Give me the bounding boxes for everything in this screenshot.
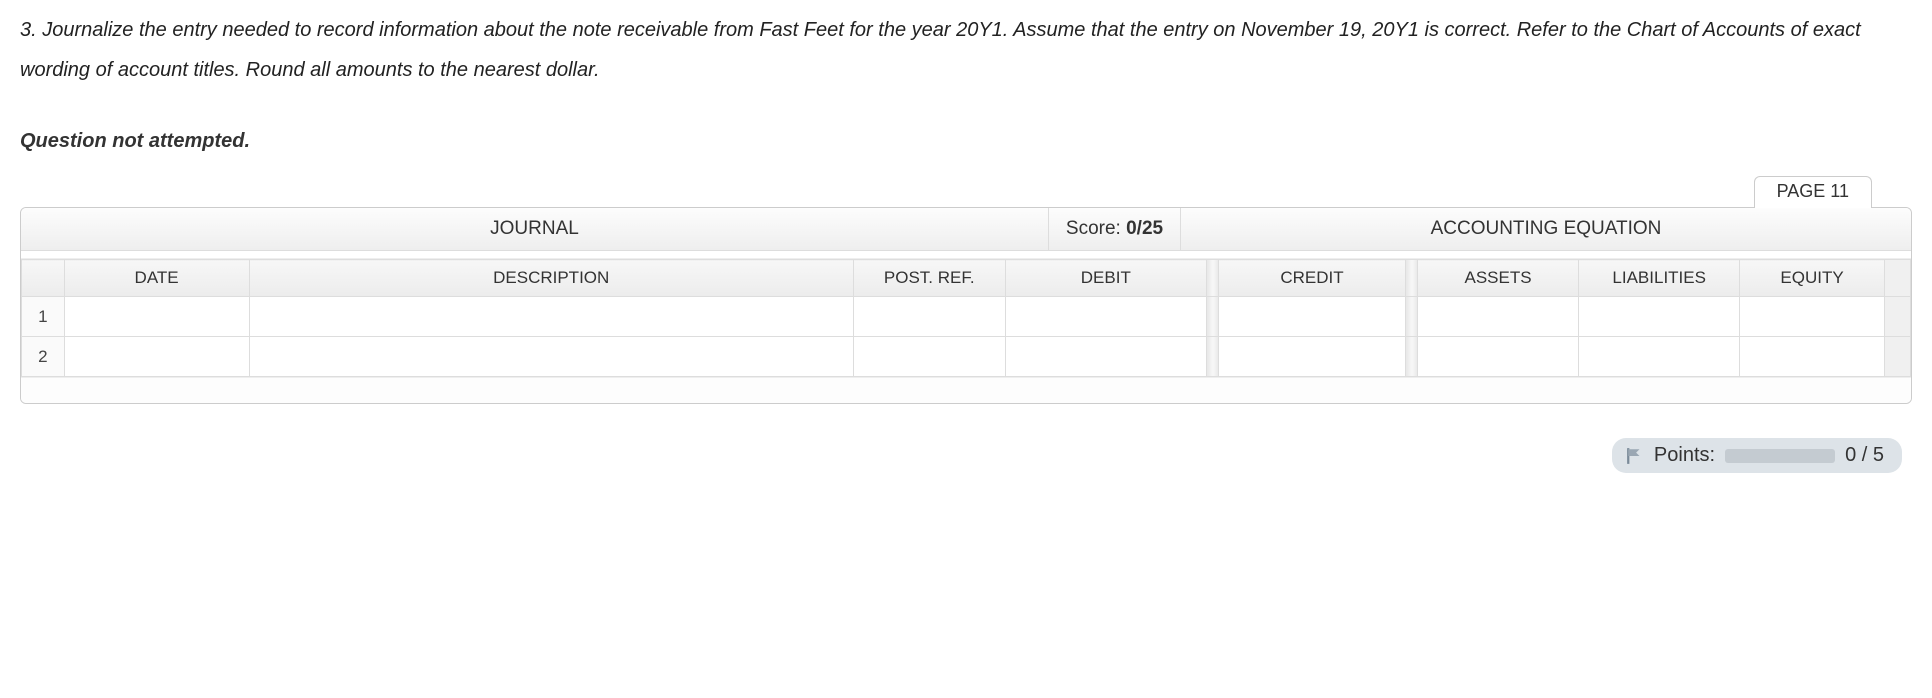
col-rownum	[22, 260, 65, 297]
journal-panel: JOURNAL Score: 0/25 ACCOUNTING EQUATION …	[20, 207, 1912, 404]
col-gap	[1406, 260, 1418, 297]
col-debit: DEBIT	[1005, 260, 1206, 297]
cell-post-ref[interactable]	[853, 297, 1005, 337]
col-scroll	[1884, 260, 1910, 297]
points-pill: Points: 0 / 5	[1612, 438, 1902, 473]
row-number: 1	[22, 297, 65, 337]
table-row: 1	[22, 297, 1911, 337]
cell-description[interactable]	[249, 297, 853, 337]
score-label: Score:	[1066, 218, 1121, 239]
col-equity: EQUITY	[1740, 260, 1885, 297]
cell-equity[interactable]	[1740, 337, 1885, 377]
col-liabilities: LIABILITIES	[1579, 260, 1740, 297]
cell-scroll[interactable]	[1884, 337, 1910, 377]
cell-debit[interactable]	[1005, 297, 1206, 337]
cell-gap	[1207, 337, 1219, 377]
flag-icon[interactable]	[1626, 447, 1644, 465]
question-number: 3.	[20, 19, 37, 41]
page-tab[interactable]: PAGE 11	[1754, 176, 1872, 208]
col-gap	[1207, 260, 1219, 297]
col-post-ref: POST. REF.	[853, 260, 1005, 297]
journal-table: DATE DESCRIPTION POST. REF. DEBIT CREDIT…	[21, 259, 1911, 377]
cell-credit[interactable]	[1218, 297, 1405, 337]
cell-debit[interactable]	[1005, 337, 1206, 377]
question-body: Journalize the entry needed to record in…	[20, 19, 1861, 81]
cell-credit[interactable]	[1218, 337, 1405, 377]
table-row: 2	[22, 337, 1911, 377]
col-description: DESCRIPTION	[249, 260, 853, 297]
column-header-row: DATE DESCRIPTION POST. REF. DEBIT CREDIT…	[22, 260, 1911, 297]
cell-gap	[1406, 337, 1418, 377]
panel-header: JOURNAL Score: 0/25 ACCOUNTING EQUATION	[21, 208, 1911, 251]
points-label: Points:	[1654, 444, 1715, 467]
cell-post-ref[interactable]	[853, 337, 1005, 377]
header-spacer	[21, 251, 1911, 259]
cell-gap	[1406, 297, 1418, 337]
score-value: 0/25	[1126, 218, 1163, 239]
cell-scroll[interactable]	[1884, 297, 1910, 337]
col-date: DATE	[64, 260, 249, 297]
cell-gap	[1207, 297, 1219, 337]
row-number: 2	[22, 337, 65, 377]
col-assets: ASSETS	[1417, 260, 1578, 297]
cell-description[interactable]	[249, 337, 853, 377]
question-text: 3. Journalize the entry needed to record…	[20, 10, 1912, 90]
score-heading: Score: 0/25	[1049, 208, 1181, 250]
cell-date[interactable]	[64, 297, 249, 337]
points-value: 0 / 5	[1845, 444, 1884, 467]
panel-footer	[21, 377, 1911, 403]
equation-heading: ACCOUNTING EQUATION	[1181, 208, 1911, 250]
cell-equity[interactable]	[1740, 297, 1885, 337]
cell-liabilities[interactable]	[1579, 337, 1740, 377]
journal-body: 1 2	[22, 297, 1911, 377]
col-credit: CREDIT	[1218, 260, 1405, 297]
cell-assets[interactable]	[1417, 297, 1578, 337]
cell-liabilities[interactable]	[1579, 297, 1740, 337]
attempt-status: Question not attempted.	[20, 130, 1912, 153]
cell-assets[interactable]	[1417, 337, 1578, 377]
journal-heading: JOURNAL	[21, 208, 1049, 250]
points-progress	[1725, 449, 1835, 463]
cell-date[interactable]	[64, 337, 249, 377]
